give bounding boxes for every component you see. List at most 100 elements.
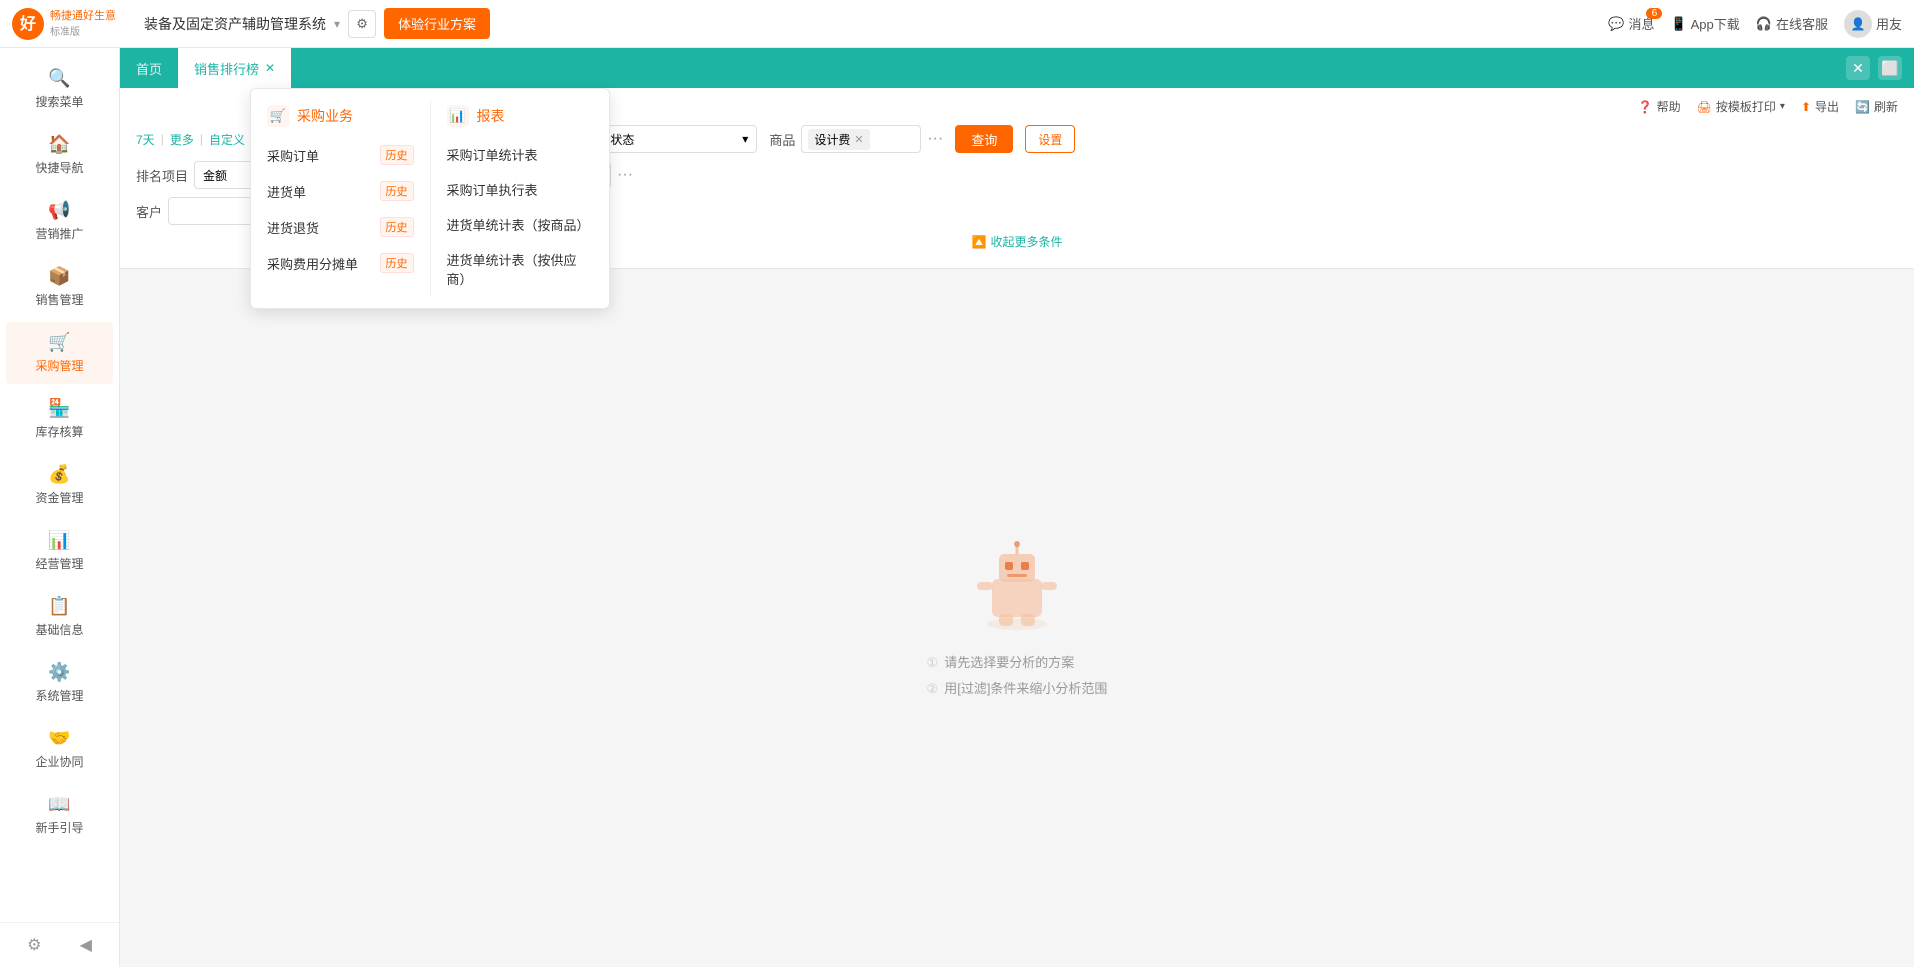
tab-close-icon[interactable]: ✕ (265, 61, 275, 75)
tab-bar-right: ✕ ⬜ (1846, 56, 1914, 80)
sidebar: 🔍 搜索菜单 🏠 快捷导航 📢 营销推广 📦 销售管理 🛒 采购管理 🏪 库存核… (0, 48, 120, 967)
chevron-down-icon: ▾ (742, 132, 748, 146)
history-badge: 历史 (380, 253, 414, 273)
help-button[interactable]: ❓ 帮助 (1638, 98, 1681, 115)
sys-title-area: 装备及固定资产辅助管理系统 ▾ ⚙ 体验行业方案 (144, 8, 1596, 39)
history-badge: 历史 (380, 181, 414, 201)
dropdown-item-stock-stat-supplier[interactable]: 进货单统计表（按供应商） (439, 242, 602, 296)
sidebar-item-operation[interactable]: 📊 经营管理 (6, 520, 113, 582)
tab-close-all-button[interactable]: ✕ (1846, 56, 1870, 80)
avatar: 👤 (1844, 10, 1872, 38)
system-icon: ⚙️ (48, 662, 70, 683)
goods-label: 商品 (769, 130, 795, 149)
dropdown-item-order-exec[interactable]: 采购订单执行表 (439, 172, 602, 207)
customer-label: 客户 (136, 202, 162, 221)
dropdown-item-purchase-order[interactable]: 采购订单 历史 (259, 137, 422, 173)
tab-maximize-button[interactable]: ⬜ (1878, 56, 1902, 80)
dropdown-item-stock-return[interactable]: 进货退货 历史 (259, 209, 422, 245)
history-badge: 历史 (380, 145, 414, 165)
sales-icon: 📦 (48, 266, 70, 287)
header-right: 💬 消息 6 📱 App下载 🎧 在线客服 👤 用友 (1608, 10, 1902, 38)
main-layout: 🔍 搜索菜单 🏠 快捷导航 📢 营销推广 📦 销售管理 🛒 采购管理 🏪 库存核… (0, 48, 1914, 967)
history-badge: 历史 (380, 217, 414, 237)
capital-icon: 💰 (48, 464, 70, 485)
tab-bar: 首页 销售排行榜 ✕ ✕ ⬜ (120, 48, 1914, 88)
goods-input[interactable]: 设计费 ✕ (801, 125, 921, 153)
shortcut-more[interactable]: 更多 (170, 131, 194, 148)
dropdown-item-stock-in[interactable]: 进货单 历史 (259, 173, 422, 209)
refresh-button[interactable]: 🔄 刷新 (1855, 98, 1898, 115)
rank-label: 排名项目 (136, 166, 188, 185)
top-header: 好 畅捷通好生意 标准版 装备及固定资产辅助管理系统 ▾ ⚙ 体验行业方案 💬 … (0, 0, 1914, 48)
sidebar-item-search[interactable]: 🔍 搜索菜单 (6, 58, 113, 120)
marketing-icon: 📢 (48, 200, 70, 221)
sidebar-item-sales[interactable]: 📦 销售管理 (6, 256, 113, 318)
dropdown-item-order-stat[interactable]: 采购订单统计表 (439, 137, 602, 172)
dropdown-item-purchase-cost[interactable]: 采购费用分摊单 历史 (259, 245, 422, 281)
sidebar-item-coop[interactable]: 🤝 企业协同 (6, 718, 113, 780)
logo-icon: 好 (12, 8, 44, 40)
sidebar-item-inventory[interactable]: 🏪 库存核算 (6, 388, 113, 450)
sidebar-bottom: ⚙ ◀ (0, 922, 119, 967)
online-service-button[interactable]: 🎧 在线客服 (1756, 14, 1828, 33)
export-icon: ⬆ (1801, 100, 1811, 114)
tab-sales-rank[interactable]: 销售排行榜 ✕ (178, 48, 291, 88)
shortcut-custom[interactable]: 自定义 (209, 131, 245, 148)
dropdown-col-purchase: 🛒 采购业务 采购订单 历史 进货单 历史 进货退货 历史 采购费用分摊单 (251, 101, 430, 296)
help-icon: ❓ (1638, 100, 1653, 114)
print-icon: 🖨 (1697, 100, 1712, 114)
search-icon: 🔍 (48, 68, 70, 89)
guide-icon: 📖 (48, 794, 70, 815)
empty-tips: ①请先选择要分析的方案 ②用[过滤]条件来缩小分析范围 (927, 650, 1108, 702)
shortcut-7days[interactable]: 7天 (136, 131, 155, 148)
sidebar-item-marketing[interactable]: 📢 营销推广 (6, 190, 113, 252)
refresh-icon: 🔄 (1855, 100, 1870, 114)
purchase-icon: 🛒 (48, 332, 70, 353)
purchase-business-icon: 🛒 (267, 105, 289, 127)
settings-icon[interactable]: ⚙ (348, 10, 376, 38)
tag-close-icon[interactable]: ✕ (854, 133, 863, 146)
search-button[interactable]: 查询 (955, 125, 1013, 153)
tab-home[interactable]: 首页 (120, 48, 178, 88)
purchase-dropdown: 🛒 采购业务 采购订单 历史 进货单 历史 进货退货 历史 采购费用分摊单 (250, 88, 610, 309)
user-button[interactable]: 👤 用友 (1844, 10, 1902, 38)
print-arrow-icon: ▾ (1780, 101, 1785, 112)
sidebar-item-purchase[interactable]: 🛒 采购管理 (6, 322, 113, 384)
headset-icon: 🎧 (1756, 16, 1772, 32)
basic-icon: 📋 (48, 596, 70, 617)
setting-button[interactable]: 设置 (1025, 125, 1075, 153)
export-button[interactable]: ⬆ 导出 (1801, 98, 1839, 115)
salesman-more-button[interactable]: ··· (617, 166, 633, 184)
dropdown-col-report: 📊 报表 采购订单统计表 采购订单执行表 进货单统计表（按商品） 进货单统计表（… (430, 101, 610, 296)
message-button[interactable]: 💬 消息 6 (1608, 14, 1654, 33)
goods-filter: 商品 设计费 ✕ ··· (769, 125, 943, 153)
message-icon: 💬 (1608, 16, 1624, 32)
logo-area: 好 畅捷通好生意 标准版 (12, 8, 132, 40)
app-download-button[interactable]: 📱 App下载 (1670, 14, 1739, 33)
chevron-down-icon[interactable]: ▾ (334, 17, 340, 31)
phone-icon: 📱 (1670, 16, 1686, 32)
empty-illustration (967, 534, 1067, 634)
collapse-sidebar-icon[interactable]: ◀ (80, 935, 92, 955)
sidebar-item-basic[interactable]: 📋 基础信息 (6, 586, 113, 648)
settings-bottom-icon[interactable]: ⚙ (27, 935, 41, 955)
dropdown-col-header-report: 📊 报表 (439, 101, 602, 137)
empty-state: ①请先选择要分析的方案 ②用[过滤]条件来缩小分析范围 (120, 269, 1914, 967)
home-icon: 🏠 (48, 134, 70, 155)
industry-button[interactable]: 体验行业方案 (384, 8, 490, 39)
dropdown-item-stock-stat-goods[interactable]: 进货单统计表（按商品） (439, 207, 602, 242)
print-button[interactable]: 🖨 按模板打印 ▾ (1697, 98, 1785, 115)
logo-sub: 标准版 (50, 23, 116, 38)
sidebar-item-system[interactable]: ⚙️ 系统管理 (6, 652, 113, 714)
chevron-up-icon: 🔼 (972, 235, 987, 249)
sys-title: 装备及固定资产辅助管理系统 (144, 14, 326, 34)
svg-text:好: 好 (19, 15, 36, 33)
sidebar-item-quick[interactable]: 🏠 快捷导航 (6, 124, 113, 186)
sidebar-item-guide[interactable]: 📖 新手引导 (6, 784, 113, 846)
inventory-icon: 🏪 (48, 398, 70, 419)
dropdown-col-header-purchase: 🛒 采购业务 (259, 101, 422, 137)
goods-more-button[interactable]: ··· (927, 130, 943, 148)
sidebar-item-capital[interactable]: 💰 资金管理 (6, 454, 113, 516)
logo-text: 畅捷通好生意 (50, 9, 116, 23)
content-area: 首页 销售排行榜 ✕ ✕ ⬜ ❓ 帮助 (120, 48, 1914, 967)
